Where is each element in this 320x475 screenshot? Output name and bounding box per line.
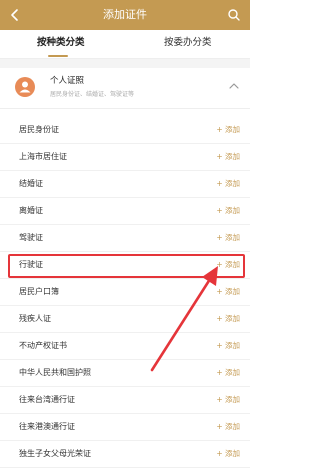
item-name: 居民户口簿 [19,287,59,296]
add-button[interactable]: + 添加 [216,287,240,297]
category-title: 个人证照 [50,76,85,86]
tab-by-type[interactable]: 按种类分类 [37,37,85,49]
add-button[interactable]: + 添加 [216,206,240,216]
certificate-list: 居民身份证 + 添加 上海市居住证 + 添加 结婚证 + 添加 离婚证 + 添加 驾驶证… [0,117,250,468]
add-button[interactable]: + 添加 [216,125,240,135]
item-name: 居民身份证 [19,125,59,134]
list-item[interactable]: 往来台湾通行证 + 添加 [0,387,250,414]
add-button[interactable]: + 添加 [216,395,240,405]
item-name: 驾驶证 [19,233,43,242]
list-item[interactable]: 居民身份证 + 添加 [0,117,250,144]
item-name: 上海市居住证 [19,152,67,161]
list-item[interactable]: 不动产权证书 + 添加 [0,333,250,360]
item-name: 往来港澳通行证 [19,422,75,431]
list-item[interactable]: 残疾人证 + 添加 [0,306,250,333]
search-icon[interactable] [227,8,241,22]
item-name: 不动产权证书 [19,341,67,350]
item-name: 往来台湾通行证 [19,395,75,404]
add-button[interactable]: + 添加 [216,449,240,459]
item-name: 中华人民共和国护照 [19,368,91,377]
list-item[interactable]: 结婚证 + 添加 [0,171,250,198]
person-icon [15,77,35,97]
tab-bar: 按种类分类 按委办分类 [0,30,250,59]
add-button[interactable]: + 添加 [216,341,240,351]
item-name: 结婚证 [19,179,43,188]
item-name: 独生子女父母光荣证 [19,449,91,458]
add-button[interactable]: + 添加 [216,422,240,432]
annotation-highlight-box [8,254,245,278]
category-subtitle: 居民身份证、结婚证、驾驶证等 [50,91,135,98]
header-bar: 添加证件 [0,0,250,30]
add-button[interactable]: + 添加 [216,314,240,324]
add-button[interactable]: + 添加 [216,233,240,243]
add-button[interactable]: + 添加 [216,368,240,378]
list-item[interactable]: 居民户口簿 + 添加 [0,279,250,306]
category-header-personal[interactable]: 个人证照 居民身份证、结婚证、驾驶证等 [0,68,250,109]
list-item[interactable]: 中华人民共和国护照 + 添加 [0,360,250,387]
list-item[interactable]: 往来港澳通行证 + 添加 [0,414,250,441]
list-item[interactable]: 独生子女父母光荣证 + 添加 [0,441,250,468]
tab-by-department[interactable]: 按委办分类 [164,37,212,49]
list-item[interactable]: 上海市居住证 + 添加 [0,144,250,171]
chevron-up-icon[interactable] [228,81,240,91]
add-button[interactable]: + 添加 [216,152,240,162]
section-divider [0,59,250,68]
list-item[interactable]: 驾驶证 + 添加 [0,225,250,252]
active-tab-indicator [48,55,68,57]
list-item[interactable]: 离婚证 + 添加 [0,198,250,225]
page-title: 添加证件 [103,8,147,21]
add-button[interactable]: + 添加 [216,179,240,189]
item-name: 离婚证 [19,206,43,215]
item-name: 残疾人证 [19,314,51,323]
